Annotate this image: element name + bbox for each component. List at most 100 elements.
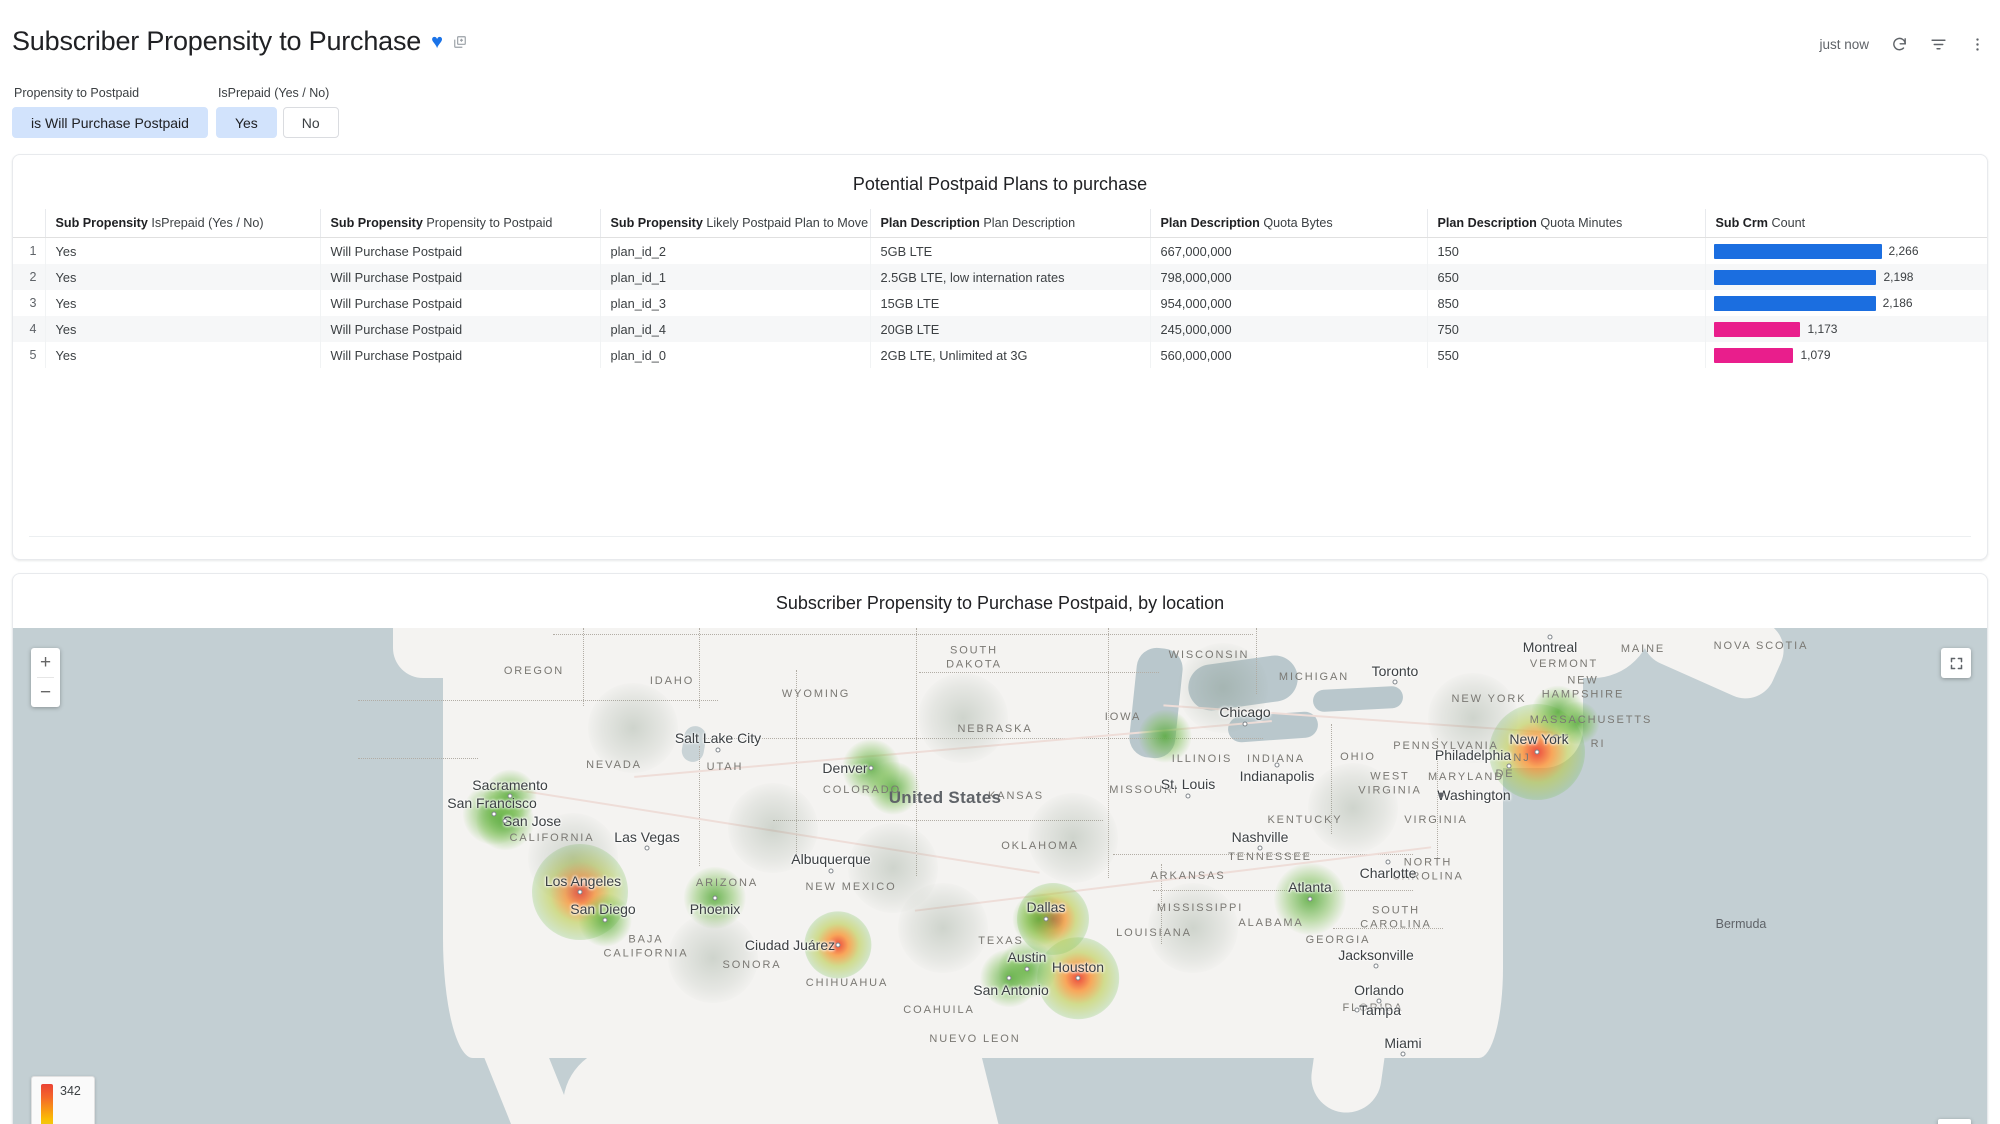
copy-icon[interactable] <box>453 35 467 49</box>
state-border <box>553 634 1253 635</box>
table-row[interactable]: 5 Yes Will Purchase Postpaid plan_id_0 2GB L… <box>13 342 1987 368</box>
state-border <box>1437 738 1438 858</box>
isprepaid-toggle-group: Yes No <box>215 107 339 138</box>
city-dot <box>644 845 650 851</box>
cell-quota-bytes: 560,000,000 <box>1149 342 1427 368</box>
cell-quota-minutes: 650 <box>1426 264 1705 290</box>
table-body: 1 Yes Will Purchase Postpaid plan_id_2 5GB L… <box>13 237 1987 368</box>
city-dot <box>1392 679 1398 685</box>
city-dot <box>1257 845 1263 851</box>
city-dot <box>1385 859 1391 865</box>
heart-icon[interactable]: ♥ <box>431 32 443 52</box>
fullscreen-icon[interactable] <box>1941 648 1971 678</box>
cell-plan-description: 5GB LTE <box>869 237 1150 264</box>
col-sub-crm-count[interactable]: Sub Crm Count <box>1704 209 1987 238</box>
cell-propensity: Will Purchase Postpaid <box>319 342 600 368</box>
page-title: Subscriber Propensity to Purchase <box>12 26 422 56</box>
col-isprepaid[interactable]: Sub Propensity IsPrepaid (Yes / No) <box>44 209 320 238</box>
state-border <box>1333 928 1443 929</box>
filter-chip-will-purchase-postpaid[interactable]: is Will Purchase Postpaid <box>12 107 208 138</box>
state-border <box>358 700 718 701</box>
state-border <box>773 820 1103 821</box>
cell-sub-crm-count: 1,079 <box>1704 342 1987 368</box>
city-dot <box>828 868 834 874</box>
state-border <box>1331 724 1332 834</box>
cell-likely-plan: plan_id_3 <box>599 290 870 316</box>
city-dot <box>868 765 874 771</box>
landmass-nova-scotia <box>1632 628 1794 709</box>
state-border <box>699 746 700 866</box>
cell-sub-crm-count: 2,198 <box>1704 264 1987 290</box>
table-card-title: Potential Postpaid Plans to purchase <box>852 174 1148 194</box>
zoom-in-button[interactable]: + <box>31 648 60 677</box>
cell-isprepaid: Yes <box>44 237 320 264</box>
refresh-icon[interactable] <box>1891 36 1908 53</box>
header-actions: just now <box>1819 36 1986 53</box>
col-plan-description[interactable]: Plan Description Plan Description <box>869 209 1150 238</box>
city-dot <box>1534 749 1540 755</box>
cell-quota-minutes: 550 <box>1426 342 1705 368</box>
col-quota-bytes[interactable]: Plan Description Quota Bytes <box>1149 209 1427 238</box>
state-border <box>703 738 1263 739</box>
table-row[interactable]: 3 Yes Will Purchase Postpaid plan_id_3 15GB … <box>13 290 1987 316</box>
table-header: Sub Propensity IsPrepaid (Yes / No) Sub … <box>13 209 1987 238</box>
isprepaid-option-no[interactable]: No <box>282 107 339 138</box>
landmass-new-england <box>1403 628 1583 768</box>
cell-likely-plan: plan_id_0 <box>599 342 870 368</box>
map-canvas[interactable]: OREGON IDAHO WYOMING NEVADA UTAH COLORADO CALI… <box>13 628 1987 1124</box>
cell-likely-plan: plan_id_1 <box>599 264 870 290</box>
cell-quota-bytes: 667,000,000 <box>1149 237 1427 264</box>
city-dot <box>602 917 608 923</box>
city-dot <box>1242 721 1248 727</box>
filter-icon[interactable] <box>1930 36 1947 53</box>
cell-sub-crm-count: 2,266 <box>1704 237 1987 264</box>
city-dot <box>1547 634 1553 640</box>
cell-plan-description: 15GB LTE <box>869 290 1150 316</box>
isprepaid-option-yes[interactable]: Yes <box>215 107 277 138</box>
cell-plan-description: 20GB LTE <box>869 316 1150 342</box>
state-border <box>699 628 700 708</box>
cell-quota-minutes: 150 <box>1426 237 1705 264</box>
cell-propensity: Will Purchase Postpaid <box>319 316 600 342</box>
table-row[interactable]: 4 Yes Will Purchase Postpaid plan_id_4 20GB … <box>13 316 1987 342</box>
count-bar-label: 2,198 <box>1883 270 1914 284</box>
city-dot <box>491 811 497 817</box>
street-view-pegman-icon[interactable] <box>1938 1119 1971 1124</box>
city-dot <box>1043 916 1049 922</box>
city-dot <box>1354 1007 1360 1013</box>
cell-isprepaid: Yes <box>44 264 320 290</box>
col-row-number <box>13 209 45 238</box>
lake-ontario-erie <box>1312 685 1404 713</box>
city-dot <box>1376 998 1382 1004</box>
table-card: Potential Postpaid Plans to purchase Sub… <box>12 154 1988 560</box>
cell-sub-crm-count: 1,173 <box>1704 316 1987 342</box>
cell-quota-bytes: 798,000,000 <box>1149 264 1427 290</box>
city-dot <box>1307 896 1313 902</box>
col-likely-plan[interactable]: Sub Propensity Likely Postpaid Plan to M… <box>599 209 870 238</box>
count-bar-label: 1,173 <box>1807 322 1838 336</box>
state-border <box>1256 628 1257 694</box>
filter-isprepaid: IsPrepaid (Yes / No) Yes No <box>215 86 339 138</box>
more-vertical-icon[interactable] <box>1969 36 1986 53</box>
state-border <box>358 758 478 759</box>
page-header: Subscriber Propensity to Purchase ♥ just… <box>0 0 2000 72</box>
state-border <box>796 670 797 860</box>
col-propensity[interactable]: Sub Propensity Propensity to Postpaid <box>319 209 600 238</box>
cell-quota-minutes: 750 <box>1426 316 1705 342</box>
table-row[interactable]: 2 Yes Will Purchase Postpaid plan_id_1 2.5GB… <box>13 264 1987 290</box>
city-dot <box>502 818 508 824</box>
count-bar <box>1713 243 1882 259</box>
city-dot <box>1373 963 1379 969</box>
cell-likely-plan: plan_id_2 <box>599 237 870 264</box>
table-row[interactable]: 1 Yes Will Purchase Postpaid plan_id_2 5GB L… <box>13 237 1987 264</box>
col-quota-minutes[interactable]: Plan Description Quota Minutes <box>1426 209 1705 238</box>
filter-label-propensity: Propensity to Postpaid <box>14 86 140 100</box>
zoom-out-button[interactable]: − <box>31 678 60 707</box>
cell-row-number: 2 <box>29 270 37 284</box>
state-border <box>1153 890 1413 891</box>
cell-row-number: 5 <box>29 348 37 362</box>
map-card: Subscriber Propensity to Purchase Postpa… <box>12 573 1988 1124</box>
map-legend: 342 1 <box>31 1076 95 1124</box>
city-label: Bermuda <box>1715 917 1767 931</box>
count-bar <box>1713 295 1876 311</box>
